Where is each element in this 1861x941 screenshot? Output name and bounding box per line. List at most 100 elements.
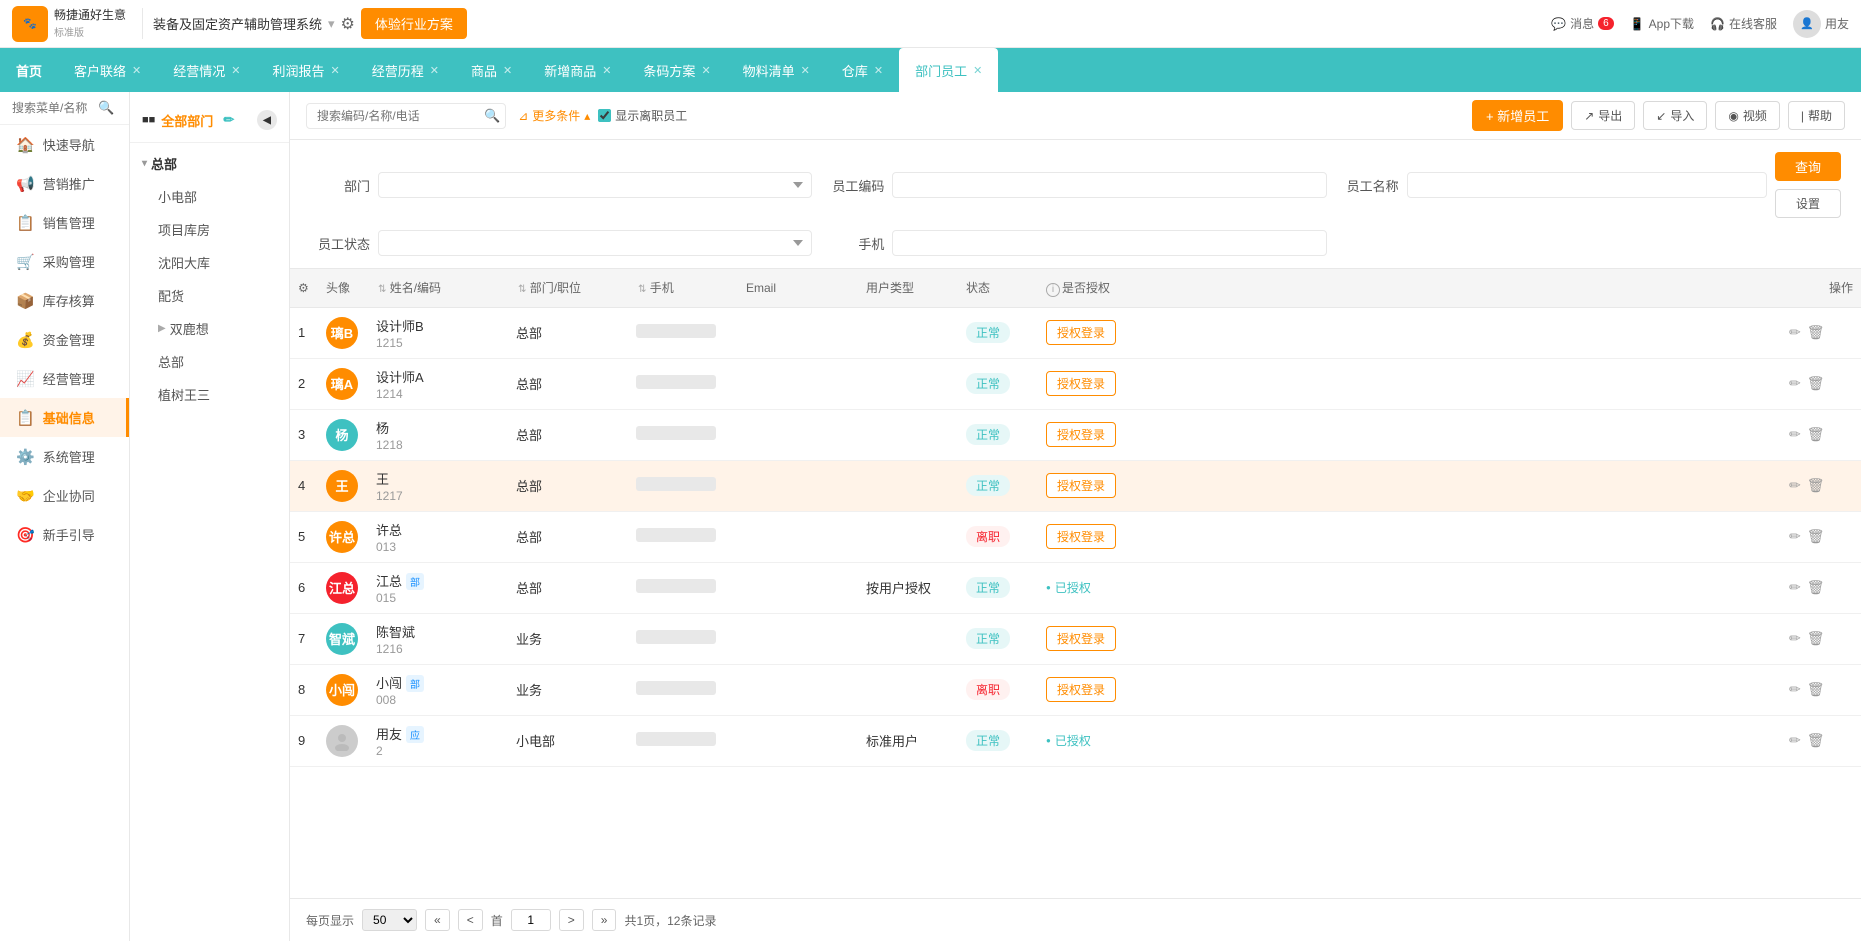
sidebar-item-purchase[interactable]: 🛒 采购管理 (0, 242, 129, 281)
sidebar-item-finance[interactable]: 💰 资金管理 (0, 320, 129, 359)
auth-btn[interactable]: 授权登录 (1046, 473, 1116, 498)
sidebar-item-sales[interactable]: 📋 销售管理 (0, 203, 129, 242)
col-settings[interactable]: ⚙ (290, 269, 318, 307)
dept-item-hq[interactable]: 总部 (130, 345, 289, 378)
tab-new-goods[interactable]: 新增商品 ✕ (528, 48, 627, 92)
export-btn[interactable]: ↗ 导出 (1571, 101, 1635, 130)
dept-item-zhishu[interactable]: 植树王三 (130, 378, 289, 411)
search-icon[interactable]: 🔍 (484, 108, 500, 124)
auth-btn[interactable]: 授权登录 (1046, 320, 1116, 345)
auth-btn[interactable]: 授权登录 (1046, 422, 1116, 447)
dept-item-shenyang[interactable]: 沈阳大库 (130, 246, 289, 279)
close-icon[interactable]: ✕ (430, 64, 439, 77)
close-icon[interactable]: ✕ (503, 64, 512, 77)
delete-icon[interactable]: 🗑 (1807, 579, 1825, 596)
reset-btn[interactable]: 设置 (1775, 189, 1841, 218)
online-service-btn[interactable]: 🎧 在线客服 (1710, 15, 1777, 32)
close-icon[interactable]: ✕ (331, 64, 340, 77)
user-btn[interactable]: 👤 用友 (1793, 10, 1849, 38)
tab-barcode[interactable]: 条码方案 ✕ (627, 48, 726, 92)
more-conditions-btn[interactable]: ⊿ 更多条件 ▴ (518, 107, 590, 124)
message-btn[interactable]: 💬 消息 6 (1551, 15, 1614, 32)
edit-icon[interactable]: ✏ (1789, 528, 1801, 545)
edit-icon[interactable]: ✏ (1789, 426, 1801, 443)
settings-icon[interactable]: ⚙ (298, 281, 309, 295)
dept-item-project[interactable]: 项目库房 (130, 213, 289, 246)
delete-icon[interactable]: 🗑 (1807, 375, 1825, 392)
search-input[interactable] (12, 101, 92, 115)
sidebar-item-system[interactable]: ⚙️ 系统管理 (0, 437, 129, 476)
delete-icon[interactable]: 🗑 (1807, 528, 1825, 545)
col-phone[interactable]: ⇅ 手机 (628, 269, 738, 307)
last-page-btn[interactable]: » (592, 909, 617, 931)
edit-icon[interactable]: ✏ (1789, 477, 1801, 494)
dept-item-general[interactable]: ▾ 总部 (130, 147, 289, 180)
edit-icon[interactable]: ✏ (1789, 732, 1801, 749)
sidebar-item-collab[interactable]: 🤝 企业协同 (0, 476, 129, 515)
dept-item-shipping[interactable]: 配货 (130, 279, 289, 312)
close-icon[interactable]: ✕ (801, 64, 810, 77)
sidebar-item-marketing[interactable]: 📢 营销推广 (0, 164, 129, 203)
page-number-input[interactable] (511, 909, 551, 931)
chevron-down-icon[interactable]: ▾ (328, 16, 335, 32)
tab-bom[interactable]: 物料清单 ✕ (727, 48, 826, 92)
search-btn[interactable]: 查询 (1775, 152, 1841, 181)
close-icon[interactable]: ✕ (602, 64, 611, 77)
delete-icon[interactable]: 🗑 (1807, 477, 1825, 494)
auth-btn[interactable]: 授权登录 (1046, 524, 1116, 549)
close-icon[interactable]: ✕ (874, 64, 883, 77)
emp-name-input[interactable] (1407, 172, 1767, 198)
tab-customer[interactable]: 客户联络 ✕ (58, 48, 157, 92)
first-page-btn[interactable]: « (425, 909, 450, 931)
tab-operations[interactable]: 经营情况 ✕ (157, 48, 256, 92)
tab-process[interactable]: 经营历程 ✕ (356, 48, 455, 92)
sidebar-item-inventory[interactable]: 📦 库存核算 (0, 281, 129, 320)
show-resigned-input[interactable] (598, 109, 611, 122)
close-icon[interactable]: ✕ (973, 64, 982, 77)
collapse-btn[interactable]: ◀ (257, 110, 277, 130)
tab-home[interactable]: 首页 (0, 48, 58, 92)
sidebar-item-quicknav[interactable]: 🏠 快速导航 (0, 125, 129, 164)
delete-icon[interactable]: 🗑 (1807, 426, 1825, 443)
emp-code-input[interactable] (892, 172, 1326, 198)
tab-goods[interactable]: 商品 ✕ (455, 48, 528, 92)
add-employee-btn[interactable]: + 新增员工 (1472, 100, 1563, 131)
close-icon[interactable]: ✕ (701, 64, 710, 77)
next-page-btn[interactable]: > (559, 909, 584, 931)
phone-input[interactable] (892, 230, 1326, 256)
auth-btn[interactable]: 授权登录 (1046, 626, 1116, 651)
import-btn[interactable]: ↙ 导入 (1643, 101, 1707, 130)
edit-dept-icon[interactable]: ✏ (223, 112, 234, 128)
help-btn[interactable]: | 帮助 (1788, 101, 1845, 130)
delete-icon[interactable]: 🗑 (1807, 732, 1825, 749)
edit-icon[interactable]: ✏ (1789, 630, 1801, 647)
sidebar-item-business[interactable]: 📈 经营管理 (0, 359, 129, 398)
dept-item-electronics[interactable]: 小电部 (130, 180, 289, 213)
sidebar-item-guide[interactable]: 🎯 新手引导 (0, 515, 129, 554)
tab-warehouse[interactable]: 仓库 ✕ (826, 48, 899, 92)
edit-icon[interactable]: ✏ (1789, 375, 1801, 392)
app-download-btn[interactable]: 📱 App下载 (1630, 15, 1694, 32)
edit-icon[interactable]: ✏ (1789, 681, 1801, 698)
delete-icon[interactable]: 🗑 (1807, 324, 1825, 341)
close-icon[interactable]: ✕ (132, 64, 141, 77)
delete-icon[interactable]: 🗑 (1807, 681, 1825, 698)
tab-employees[interactable]: 部门员工 ✕ (899, 48, 998, 92)
auth-btn[interactable]: 授权登录 (1046, 677, 1116, 702)
view-btn[interactable]: ◉ 视频 (1715, 101, 1780, 130)
show-resigned-checkbox[interactable]: 显示离职员工 (598, 107, 687, 124)
emp-status-select[interactable] (378, 230, 812, 256)
edit-icon[interactable]: ✏ (1789, 579, 1801, 596)
auth-btn[interactable]: 授权登录 (1046, 371, 1116, 396)
dept-item-shuanglu[interactable]: ▶ 双鹿想 (130, 312, 289, 345)
gear-icon[interactable]: ⚙ (341, 14, 355, 34)
col-dept[interactable]: ⇅ 部门/职位 (508, 269, 628, 307)
prev-page-btn[interactable]: < (458, 909, 483, 931)
sidebar-item-basic-info[interactable]: 📋 基础信息 (0, 398, 129, 437)
dept-select[interactable] (378, 172, 812, 198)
edit-icon[interactable]: ✏ (1789, 324, 1801, 341)
search-input[interactable] (306, 103, 506, 129)
delete-icon[interactable]: 🗑 (1807, 630, 1825, 647)
per-page-select[interactable]: 50 100 (362, 909, 417, 931)
close-icon[interactable]: ✕ (231, 64, 240, 77)
